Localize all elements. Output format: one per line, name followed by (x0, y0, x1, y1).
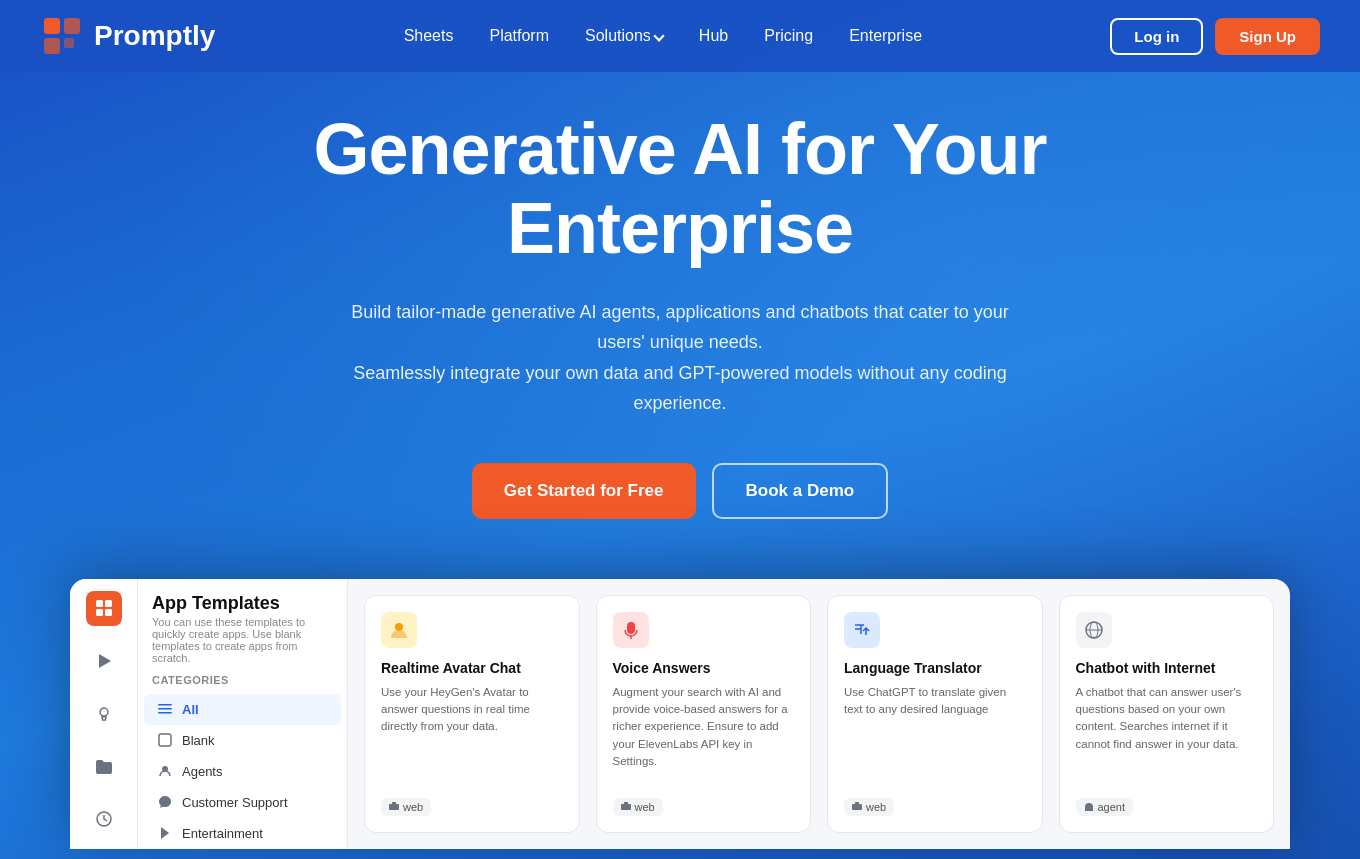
svg-rect-18 (389, 804, 399, 810)
card-title-2: Language Translator (844, 660, 1026, 676)
card-desc-2: Use ChatGPT to translate given text to a… (844, 684, 1026, 719)
app-main: Realtime Avatar Chat Use your HeyGen's A… (348, 579, 1290, 849)
hero-section: Generative AI for Your Enterprise Build … (0, 0, 1360, 859)
panel-title: App Templates (152, 593, 333, 614)
card-title-1: Voice Answers (613, 660, 795, 676)
card-desc-0: Use your HeyGen's Avatar to answer quest… (381, 684, 563, 736)
category-entertainment[interactable]: Entertainment (144, 818, 341, 849)
card-desc-1: Augment your search with AI and provide … (613, 684, 795, 770)
sidebar-icon-folder[interactable] (86, 749, 122, 784)
solutions-dropdown-icon (653, 30, 664, 41)
svg-rect-1 (64, 18, 80, 34)
sidebar-icon-history[interactable] (86, 802, 122, 837)
card-tag-0: web (381, 798, 431, 816)
category-customer-support[interactable]: Customer Support (144, 787, 341, 818)
login-button[interactable]: Log in (1110, 18, 1203, 55)
book-demo-button[interactable]: Book a Demo (712, 463, 889, 519)
panel-subtitle: You can use these templates to quickly c… (152, 616, 333, 664)
svg-marker-16 (161, 827, 169, 839)
svg-point-17 (395, 623, 403, 631)
nav-hub[interactable]: Hub (699, 27, 728, 45)
svg-rect-5 (105, 600, 112, 607)
svg-rect-6 (96, 609, 103, 616)
svg-rect-24 (855, 802, 859, 804)
svg-rect-23 (852, 804, 862, 810)
svg-rect-2 (44, 38, 60, 54)
card-tag-1: web (613, 798, 663, 816)
logo-text: Promptly (94, 20, 215, 52)
card-icon-avatar (381, 612, 417, 648)
svg-rect-13 (158, 712, 172, 714)
category-agents[interactable]: Agents (144, 756, 341, 787)
card-icon-chatbot (1076, 612, 1112, 648)
nav-platform[interactable]: Platform (489, 27, 549, 45)
card-realtime-avatar[interactable]: Realtime Avatar Chat Use your HeyGen's A… (364, 595, 580, 833)
svg-marker-8 (99, 654, 111, 668)
svg-rect-21 (621, 804, 631, 810)
card-language-translator[interactable]: Language Translator Use ChatGPT to trans… (827, 595, 1043, 833)
svg-rect-19 (392, 802, 396, 804)
svg-rect-7 (105, 609, 112, 616)
cards-grid: Realtime Avatar Chat Use your HeyGen's A… (348, 579, 1290, 849)
svg-point-9 (100, 708, 108, 716)
app-sidebar (70, 579, 138, 849)
card-title-3: Chatbot with Internet (1076, 660, 1258, 676)
hero-subtitle: Build tailor-made generative AI agents, … (330, 297, 1030, 419)
svg-rect-4 (96, 600, 103, 607)
navbar: Promptly Sheets Platform Solutions Hub P… (0, 0, 1360, 72)
svg-rect-12 (158, 708, 172, 710)
sidebar-icon-bulb[interactable] (86, 696, 122, 731)
card-title-0: Realtime Avatar Chat (381, 660, 563, 676)
card-voice-answers[interactable]: Voice Answers Augment your search with A… (596, 595, 812, 833)
card-chatbot-internet[interactable]: Chatbot with Internet A chatbot that can… (1059, 595, 1275, 833)
card-tag-2: web (844, 798, 894, 816)
hero-content: Generative AI for Your Enterprise Build … (314, 110, 1047, 579)
nav-pricing[interactable]: Pricing (764, 27, 813, 45)
nav-actions: Log in Sign Up (1110, 18, 1320, 55)
nav-links: Sheets Platform Solutions Hub Pricing En… (404, 27, 922, 45)
sidebar-icon-play[interactable] (86, 644, 122, 679)
sidebar-icon-home[interactable] (86, 591, 122, 626)
card-desc-3: A chatbot that can answer user's questio… (1076, 684, 1258, 753)
panel-header: App Templates You can use these template… (138, 593, 347, 674)
nav-sheets[interactable]: Sheets (404, 27, 454, 45)
logo[interactable]: Promptly (40, 14, 215, 58)
card-tag-3: agent (1076, 798, 1134, 816)
logo-icon (40, 14, 84, 58)
nav-solutions[interactable]: Solutions (585, 27, 663, 45)
category-blank[interactable]: Blank (144, 725, 341, 756)
nav-enterprise[interactable]: Enterprise (849, 27, 922, 45)
app-preview: App Templates You can use these template… (70, 579, 1290, 849)
get-started-button[interactable]: Get Started for Free (472, 463, 696, 519)
categories-label: CATEGORIES (138, 674, 347, 694)
app-left-panel: App Templates You can use these template… (138, 579, 348, 849)
category-all[interactable]: All (144, 694, 341, 725)
card-icon-voice (613, 612, 649, 648)
signup-button[interactable]: Sign Up (1215, 18, 1320, 55)
svg-rect-22 (624, 802, 628, 804)
svg-rect-3 (64, 38, 74, 48)
svg-rect-0 (44, 18, 60, 34)
hero-title: Generative AI for Your Enterprise (314, 110, 1047, 268)
svg-rect-11 (158, 704, 172, 706)
app-inner: App Templates You can use these template… (70, 579, 1290, 849)
svg-rect-14 (159, 734, 171, 746)
card-icon-translate (844, 612, 880, 648)
hero-actions: Get Started for Free Book a Demo (314, 463, 1047, 519)
